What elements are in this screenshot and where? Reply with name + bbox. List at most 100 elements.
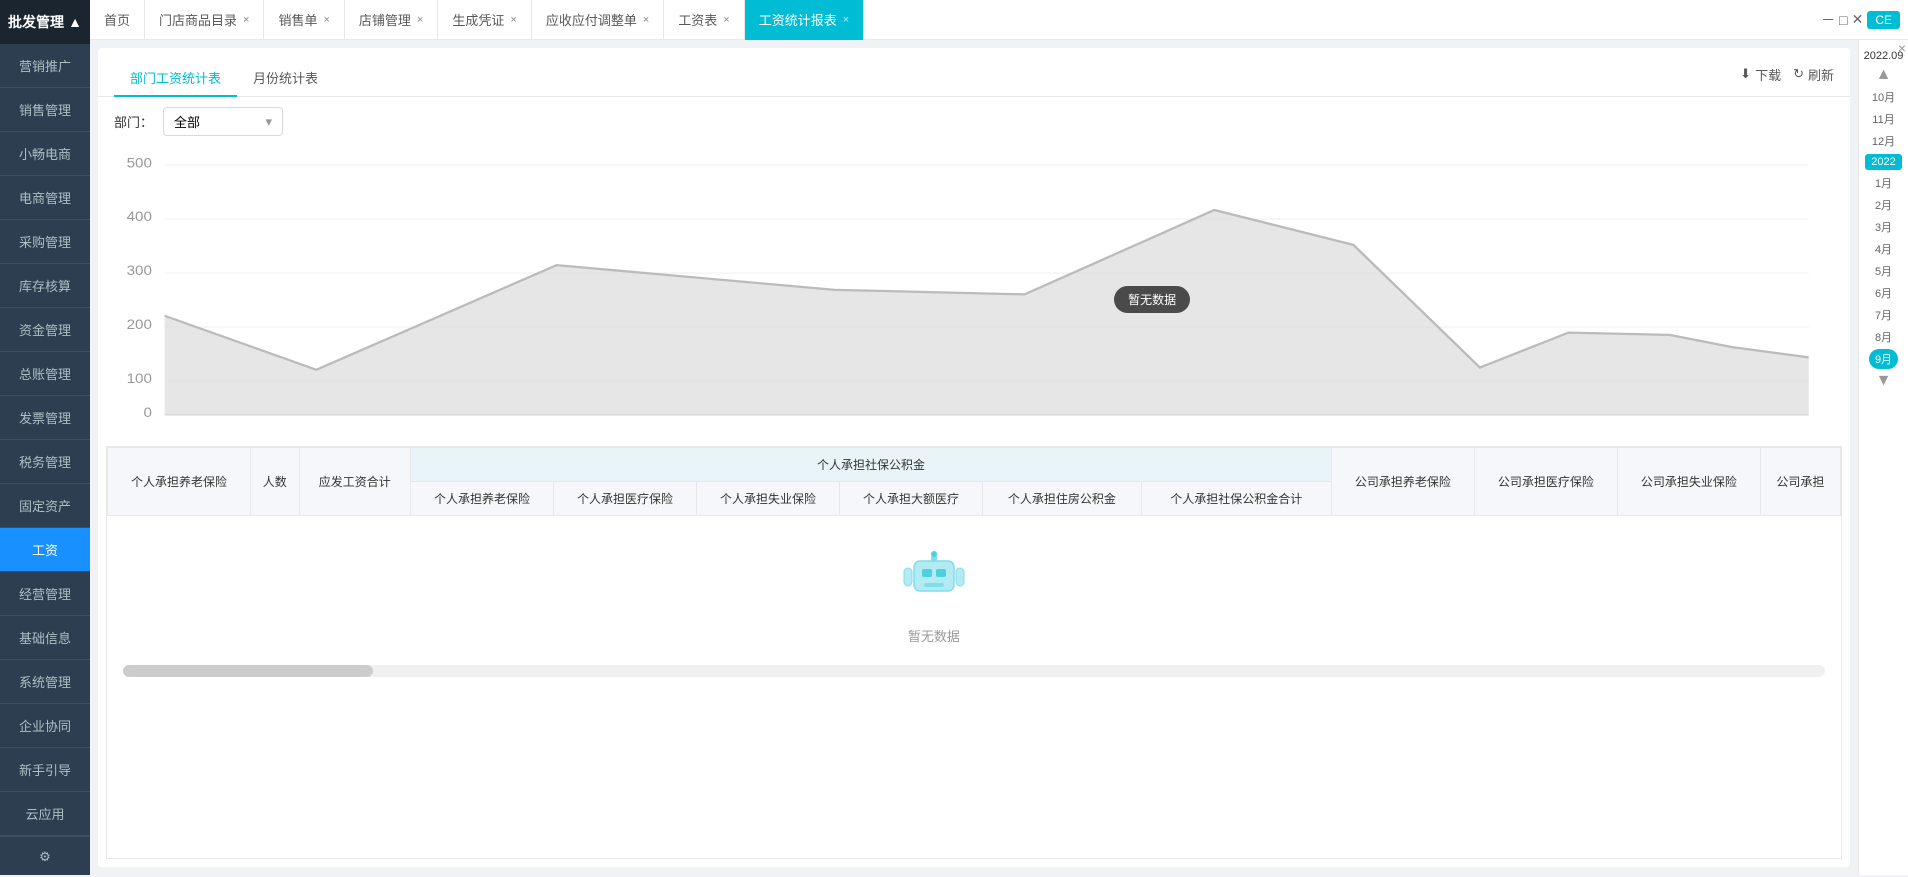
close-icon[interactable]: × (323, 14, 329, 26)
sub-tab-bar: 部门工资统计表 月份统计表 ⬇ 下载 ↻ 刷新 (98, 48, 1850, 97)
window-maximize[interactable]: □ (1839, 12, 1847, 28)
tab-store-catalog[interactable]: 门店商品目录× (145, 0, 264, 40)
svg-text:500: 500 (127, 156, 152, 171)
toolbar-left: 部门： 全部 ▾ (114, 107, 283, 136)
month-jul[interactable]: 7月 (1871, 305, 1896, 325)
scrollbar-thumb[interactable] (123, 665, 373, 677)
sidebar-item-gz[interactable]: 工资 (0, 528, 90, 572)
sidebar-header-arrow: ▲ (68, 14, 82, 30)
download-icon: ⬇ (1740, 66, 1751, 82)
month-may[interactable]: 5月 (1871, 261, 1896, 281)
sidebar-item-zjgl[interactable]: 资金管理 (0, 308, 90, 352)
th-personal-medical: 个人承担医疗保险 (554, 482, 697, 516)
tab-ar-adjust[interactable]: 应收应付调整单× (532, 0, 664, 40)
close-icon[interactable]: × (417, 14, 423, 26)
th-personal-insurance-group: 个人承担社保公积金 (411, 448, 1332, 482)
month-feb[interactable]: 2月 (1871, 195, 1896, 215)
sidebar: 批发管理 ▲ 营销推广 销售管理 小畅电商 电商管理 采购管理 库存核算 资金管… (0, 0, 90, 875)
horizontal-scrollbar[interactable] (123, 665, 1825, 677)
ce-label: CE (1867, 11, 1900, 29)
timeline-nav-down[interactable]: ▼ (1876, 372, 1892, 390)
settings-icon: ⚙ (39, 849, 51, 864)
month-nov[interactable]: 11月 (1868, 109, 1898, 129)
month-jan[interactable]: 1月 (1871, 173, 1896, 193)
sidebar-item-xsyd[interactable]: 新手引导 (0, 748, 90, 792)
sidebar-item-swgl[interactable]: 税务管理 (0, 440, 90, 484)
sidebar-item-cqgl[interactable]: 采购管理 (0, 220, 90, 264)
tab-bar: 首页 门店商品目录× 销售单× 店铺管理× 生成凭证× 应收应付调整单× 工资表… (90, 0, 1908, 40)
window-minimize[interactable]: － (1821, 10, 1835, 30)
tab-gen-voucher[interactable]: 生成凭证× (438, 0, 531, 40)
month-jun[interactable]: 6月 (1871, 283, 1896, 303)
timeline-close-button[interactable]: × (1898, 40, 1906, 56)
sidebar-item-kche[interactable]: 库存核算 (0, 264, 90, 308)
dept-select[interactable]: 全部 ▾ (163, 107, 283, 136)
th-company-pension: 公司承担养老保险 (1331, 448, 1474, 516)
current-year-label: 2022 (1865, 154, 1901, 170)
sidebar-header[interactable]: 批发管理 ▲ (0, 0, 90, 44)
sidebar-item-dsgl[interactable]: 电商管理 (0, 176, 90, 220)
sidebar-item-zzgl[interactable]: 总账管理 (0, 352, 90, 396)
month-oct[interactable]: 10月 (1868, 87, 1899, 107)
svg-text:0: 0 (143, 406, 151, 421)
month-mar[interactable]: 3月 (1871, 217, 1896, 237)
th-dept: 个人承担养老保险 (108, 448, 251, 516)
tab-store-mgmt[interactable]: 店铺管理× (345, 0, 438, 40)
table-container[interactable]: 个人承担养老保险 人数 应发工资合计 个人承担社保公积金 公司承担养老保险 公司… (106, 446, 1842, 859)
th-personal-total: 个人承担社保公积金合计 (1141, 482, 1331, 516)
sub-tab-month[interactable]: 月份统计表 (237, 60, 334, 97)
chevron-down-icon: ▾ (265, 114, 272, 130)
th-company-medical: 公司承担医疗保险 (1474, 448, 1617, 516)
close-icon[interactable]: × (243, 14, 249, 26)
sidebar-item-yyyg[interactable]: 云应用 (0, 792, 90, 836)
dept-label: 部门： (114, 112, 153, 131)
chart-area: 500 400 300 200 100 0 (98, 146, 1850, 446)
data-table: 个人承担养老保险 人数 应发工资合计 个人承担社保公积金 公司承担养老保险 公司… (107, 447, 1841, 665)
sidebar-item-qyxt[interactable]: 企业协同 (0, 704, 90, 748)
th-company-unemploy: 公司承担失业保险 (1617, 448, 1760, 516)
month-sep-active[interactable]: 9月 (1869, 349, 1898, 369)
timeline-nav-up[interactable]: ▲ (1876, 66, 1892, 84)
th-salary-total: 应发工资合计 (299, 448, 411, 516)
svg-text:400: 400 (127, 210, 152, 225)
content-area: 部门工资统计表 月份统计表 ⬇ 下载 ↻ 刷新 部门： (98, 48, 1850, 867)
month-apr[interactable]: 4月 (1871, 239, 1896, 259)
tab-payroll[interactable]: 工资表× (664, 0, 744, 40)
month-aug[interactable]: 8月 (1871, 327, 1896, 347)
sidebar-item-xcdz[interactable]: 小畅电商 (0, 132, 90, 176)
sidebar-item-xtgl[interactable]: 系统管理 (0, 660, 90, 704)
timeline-panel: × 2022.09 ▲ 10月 11月 12月 2022 1月 2月 3月 4月… (1858, 40, 1908, 875)
chart-svg: 500 400 300 200 100 0 (114, 156, 1834, 426)
empty-state: 暂无数据 (108, 516, 1761, 665)
refresh-button[interactable]: ↻ 刷新 (1793, 60, 1834, 88)
main-area: 首页 门店商品目录× 销售单× 店铺管理× 生成凭证× 应收应付调整单× 工资表… (90, 0, 1908, 875)
th-personal-housing: 个人承担住房公积金 (982, 482, 1141, 516)
close-icon[interactable]: × (643, 14, 649, 26)
tab-payroll-report[interactable]: 工资统计报表× (745, 0, 864, 40)
svg-text:100: 100 (127, 372, 152, 387)
toolbar: 部门： 全部 ▾ (98, 97, 1850, 146)
th-company-other: 公司承担 (1760, 448, 1840, 516)
sidebar-item-gdze[interactable]: 固定资产 (0, 484, 90, 528)
svg-text:200: 200 (127, 318, 152, 333)
download-button[interactable]: ⬇ 下载 (1740, 60, 1781, 88)
th-personal-unemploy: 个人承担失业保险 (697, 482, 840, 516)
sidebar-item-yxtt[interactable]: 营销推广 (0, 44, 90, 88)
th-personal-pension: 个人承担养老保险 (411, 482, 554, 516)
no-data-tooltip: 暂无数据 (1114, 286, 1190, 313)
sidebar-header-label: 批发管理 (8, 12, 64, 32)
sidebar-item-jcxx[interactable]: 基础信息 (0, 616, 90, 660)
close-icon[interactable]: × (723, 14, 729, 26)
sidebar-item-xsgl[interactable]: 销售管理 (0, 88, 90, 132)
month-dec[interactable]: 12月 (1868, 131, 1899, 151)
window-close[interactable]: ✕ (1852, 11, 1864, 28)
tab-sales-order[interactable]: 销售单× (264, 0, 344, 40)
close-icon[interactable]: × (843, 14, 849, 26)
tab-home[interactable]: 首页 (90, 0, 145, 40)
th-count: 人数 (250, 448, 299, 516)
sidebar-item-fpgl[interactable]: 发票管理 (0, 396, 90, 440)
sidebar-settings[interactable]: ⚙ (0, 836, 90, 877)
sub-tab-dept[interactable]: 部门工资统计表 (114, 60, 237, 97)
close-icon[interactable]: × (510, 14, 516, 26)
sidebar-item-jygl[interactable]: 经营管理 (0, 572, 90, 616)
